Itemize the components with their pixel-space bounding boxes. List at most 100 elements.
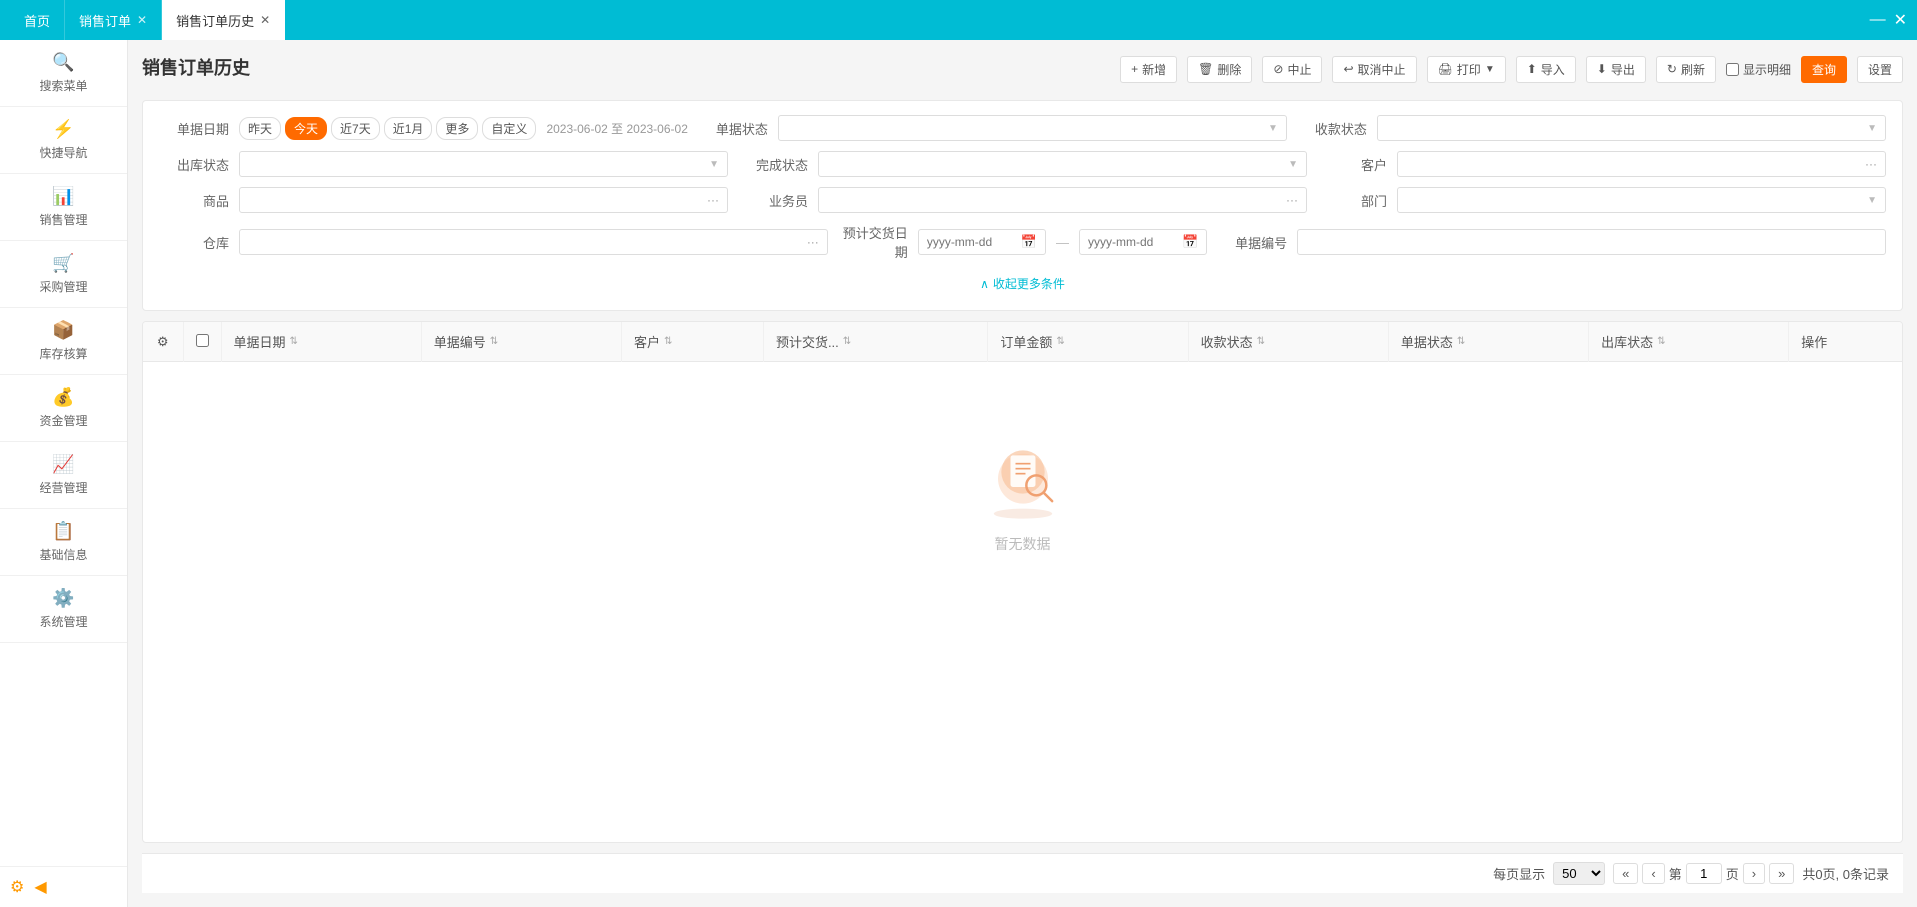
print-dropdown-icon: ▼ [1485,64,1495,75]
sidebar-item-purchase-mgmt[interactable]: 🛒 采购管理 [0,241,127,308]
stop-button[interactable]: ⊘ 中止 [1262,56,1322,83]
order-status-field[interactable]: ▼ [778,115,1287,141]
select-all-checkbox[interactable] [196,334,209,347]
collapse-bottom-icon[interactable]: ◀ [34,877,46,897]
delivery-status-field[interactable]: ▼ [239,151,728,177]
gear-column-header[interactable]: ⚙ [143,322,183,362]
customer-column-label: 客户 [634,332,660,351]
new-button[interactable]: + 新增 [1120,56,1177,83]
refresh-button[interactable]: ↻ 刷新 [1656,56,1716,83]
date-btn-custom[interactable]: 自定义 [482,117,536,140]
tab-sales-order-label: 销售订单 [79,11,131,30]
collapse-bar[interactable]: ∧ 收起更多条件 [159,271,1886,296]
delete-button[interactable]: 🗑 删除 [1187,56,1252,83]
prev-page-btn[interactable]: ‹ [1642,863,1664,884]
department-field[interactable]: ▼ [1397,187,1886,213]
department-dropdown-icon: ▼ [1867,195,1877,206]
sidebar-item-finance[interactable]: 💰 资金管理 [0,375,127,442]
delivery-status-column-header[interactable]: 出库状态 ⇅ [1589,322,1789,362]
setting-label: 设置 [1868,61,1892,78]
query-button[interactable]: 查询 [1801,56,1847,83]
sidebar-item-quick-nav[interactable]: ⚡ 快捷导航 [0,107,127,174]
delivery-status-column-label: 出库状态 [1601,332,1653,351]
expected-date-from-input[interactable] [927,235,1017,249]
date-btn-today[interactable]: 今天 [285,117,327,140]
table-header-row: ⚙ 单据日期 ⇅ 单据编号 [143,322,1902,362]
order-no-column-header[interactable]: 单据编号 ⇅ [421,322,621,362]
expected-date-to-input[interactable] [1088,235,1178,249]
date-btn-last7[interactable]: 近7天 [331,117,380,140]
tab-sales-order-history-close[interactable]: ✕ [260,13,270,27]
order-status-column-header[interactable]: 单据状态 ⇅ [1388,322,1588,362]
show-detail-checkbox[interactable] [1726,63,1739,76]
customer-column-header[interactable]: 客户 ⇅ [621,322,763,362]
payment-status-input[interactable] [1386,121,1863,135]
table-container: ⚙ 单据日期 ⇅ 单据编号 [142,321,1903,843]
empty-text: 暂无数据 [995,534,1051,554]
tab-sales-order-close[interactable]: ✕ [137,13,147,27]
main-layout: 🔍 搜索菜单 ⚡ 快捷导航 📊 销售管理 🛒 采购管理 📦 库存核算 💰 资金管… [0,40,1917,907]
date-btn-last1month[interactable]: 近1月 [384,117,433,140]
stop-icon: ⊘ [1273,62,1283,76]
sidebar-item-system-mgmt[interactable]: ⚙️ 系统管理 [0,576,127,643]
toolbar: + 新增 🗑 删除 ⊘ 中止 ↩ 取消中止 🖨 打印 [1120,56,1903,83]
delivery-status-input[interactable] [248,157,705,171]
calendar-to-icon: 📅 [1182,234,1198,250]
export-button[interactable]: ⬇ 导出 [1586,56,1646,83]
expected-date-to-field[interactable]: 📅 [1079,229,1207,255]
sidebar-item-sales-mgmt[interactable]: 📊 销售管理 [0,174,127,241]
page-number-input[interactable] [1686,863,1722,884]
date-btn-more[interactable]: 更多 [436,117,478,140]
sidebar-item-basic-info[interactable]: 📋 基础信息 [0,509,127,576]
expected-date-from-field[interactable]: 📅 [918,229,1046,255]
salesperson-field[interactable]: ··· [818,187,1307,213]
department-input[interactable] [1406,193,1863,207]
complete-status-input[interactable] [827,157,1284,171]
tab-sales-order-history[interactable]: 销售订单历史 ✕ [162,0,285,40]
print-button[interactable]: 🖨 打印 ▼ [1427,56,1506,83]
sidebar-item-search-menu[interactable]: 🔍 搜索菜单 [0,40,127,107]
payment-status-label: 收款状态 [1297,119,1367,138]
show-detail-label[interactable]: 显示明细 [1726,61,1791,78]
tab-home[interactable]: 首页 [10,0,65,40]
order-no-field[interactable] [1297,229,1886,255]
complete-status-field[interactable]: ▼ [818,151,1307,177]
customer-field[interactable]: ··· [1397,151,1886,177]
order-no-input[interactable] [1306,235,1877,249]
import-button[interactable]: ⬆ 导入 [1516,56,1576,83]
inventory-icon: 📦 [52,320,74,341]
empty-state-cell: 暂无数据 [143,362,1902,615]
amount-column-header[interactable]: 订单金额 ⇅ [988,322,1188,362]
close-btn[interactable]: ✕ [1894,10,1907,30]
product-input[interactable] [248,193,703,207]
checkbox-column-header[interactable] [183,322,221,362]
date-sort-icon: ⇅ [290,336,298,347]
tab-sales-order[interactable]: 销售订单 ✕ [65,0,162,40]
cancel-stop-button[interactable]: ↩ 取消中止 [1332,56,1416,83]
per-page-select[interactable]: 20 50 100 [1553,862,1605,885]
salesperson-input[interactable] [827,193,1282,207]
sidebar-item-inventory[interactable]: 📦 库存核算 [0,308,127,375]
payment-status-field[interactable]: ▼ [1377,115,1886,141]
payment-status-column-header[interactable]: 收款状态 ⇅ [1188,322,1388,362]
warehouse-field[interactable]: ··· [239,229,828,255]
product-field[interactable]: ··· [239,187,728,213]
settings-bottom-icon[interactable]: ⚙ [10,877,24,897]
new-icon: + [1131,62,1138,76]
page-unit: 页 [1726,864,1739,883]
minimize-btn[interactable]: — [1870,11,1886,29]
first-page-btn[interactable]: « [1613,863,1638,884]
date-column-header[interactable]: 单据日期 ⇅ [221,322,421,362]
date-btn-yesterday[interactable]: 昨天 [239,117,281,140]
warehouse-input[interactable] [248,235,803,249]
delete-icon: 🗑 [1198,62,1213,76]
next-page-btn[interactable]: › [1743,863,1765,884]
order-status-input[interactable] [787,121,1264,135]
sidebar-item-operations[interactable]: 📈 经营管理 [0,442,127,509]
sidebar-item-purchase-mgmt-label: 采购管理 [39,278,87,295]
department-label: 部门 [1317,191,1387,210]
customer-input[interactable] [1406,157,1861,171]
last-page-btn[interactable]: » [1769,863,1794,884]
setting-button[interactable]: 设置 [1857,56,1903,83]
expected-date-column-header[interactable]: 预计交货... ⇅ [763,322,987,362]
